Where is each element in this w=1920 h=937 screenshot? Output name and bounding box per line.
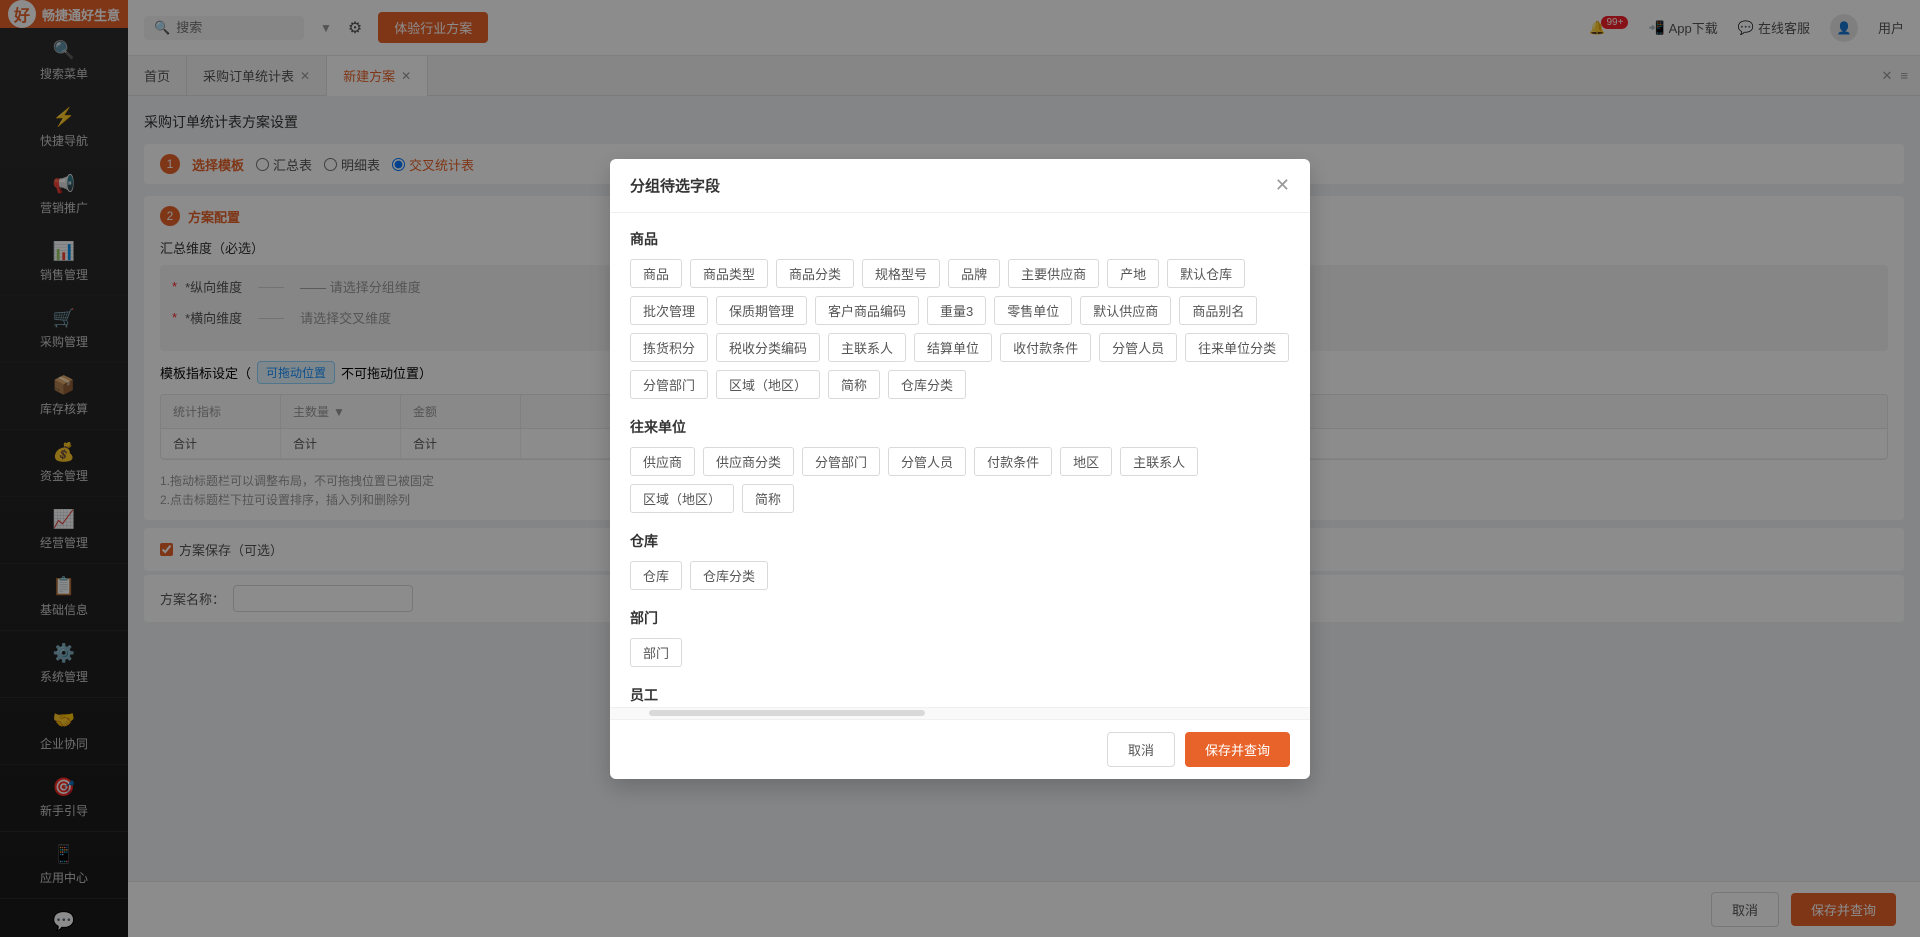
chip-product-21[interactable]: 往来单位分类: [1185, 333, 1289, 362]
chip-product-3[interactable]: 规格型号: [862, 259, 940, 288]
section-product: 商品 商品 商品类型 商品分类 规格型号 品牌 主要供应商 产地 默认仓库 批次…: [630, 229, 1290, 399]
chip-product-13[interactable]: 默认供应商: [1080, 296, 1171, 325]
chip-product-9[interactable]: 保质期管理: [716, 296, 807, 325]
section-department-chips: 部门: [630, 638, 1290, 667]
dialog-header: 分组待选字段 ✕: [610, 159, 1310, 213]
chip-partner-0[interactable]: 供应商: [630, 447, 695, 476]
section-warehouse: 仓库 仓库 仓库分类: [630, 531, 1290, 590]
chip-warehouse-1[interactable]: 仓库分类: [690, 561, 768, 590]
section-partner-chips: 供应商 供应商分类 分管部门 分管人员 付款条件 地区 主联系人 区域（地区） …: [630, 447, 1290, 513]
section-department: 部门 部门: [630, 608, 1290, 667]
chip-partner-8[interactable]: 简称: [742, 484, 794, 513]
chip-product-15[interactable]: 拣货积分: [630, 333, 708, 362]
section-warehouse-chips: 仓库 仓库分类: [630, 561, 1290, 590]
chip-product-11[interactable]: 重量3: [927, 296, 986, 325]
section-department-title: 部门: [630, 608, 1290, 628]
section-employee: 员工 业务员: [630, 685, 1290, 707]
chip-product-23[interactable]: 区域（地区）: [716, 370, 820, 399]
chip-product-22[interactable]: 分管部门: [630, 370, 708, 399]
chip-partner-3[interactable]: 分管人员: [888, 447, 966, 476]
dialog-hscrollbar[interactable]: [610, 707, 1310, 719]
chip-product-8[interactable]: 批次管理: [630, 296, 708, 325]
chip-partner-1[interactable]: 供应商分类: [703, 447, 794, 476]
chip-partner-4[interactable]: 付款条件: [974, 447, 1052, 476]
chip-product-5[interactable]: 主要供应商: [1008, 259, 1099, 288]
chip-product-4[interactable]: 品牌: [948, 259, 1000, 288]
chip-product-18[interactable]: 结算单位: [914, 333, 992, 362]
dialog-footer: 取消 保存并查询: [610, 719, 1310, 779]
chip-partner-7[interactable]: 区域（地区）: [630, 484, 734, 513]
dialog: 分组待选字段 ✕ 商品 商品 商品类型 商品分类 规格型号 品牌 主要供应商 产…: [610, 159, 1310, 779]
section-product-chips: 商品 商品类型 商品分类 规格型号 品牌 主要供应商 产地 默认仓库 批次管理 …: [630, 259, 1290, 399]
chip-product-10[interactable]: 客户商品编码: [815, 296, 919, 325]
dialog-confirm-button[interactable]: 保存并查询: [1185, 732, 1290, 767]
chip-product-20[interactable]: 分管人员: [1099, 333, 1177, 362]
chip-partner-6[interactable]: 主联系人: [1120, 447, 1198, 476]
chip-product-7[interactable]: 默认仓库: [1167, 259, 1245, 288]
chip-product-2[interactable]: 商品分类: [776, 259, 854, 288]
chip-partner-2[interactable]: 分管部门: [802, 447, 880, 476]
dialog-hscroll-thumb[interactable]: [649, 710, 926, 716]
section-warehouse-title: 仓库: [630, 531, 1290, 551]
chip-product-0[interactable]: 商品: [630, 259, 682, 288]
dialog-title: 分组待选字段: [630, 175, 720, 196]
dialog-cancel-button[interactable]: 取消: [1107, 732, 1175, 767]
chip-product-1[interactable]: 商品类型: [690, 259, 768, 288]
section-partner: 往来单位 供应商 供应商分类 分管部门 分管人员 付款条件 地区 主联系人 区域…: [630, 417, 1290, 513]
dialog-body: 商品 商品 商品类型 商品分类 规格型号 品牌 主要供应商 产地 默认仓库 批次…: [610, 213, 1310, 707]
chip-product-16[interactable]: 税收分类编码: [716, 333, 820, 362]
chip-warehouse-0[interactable]: 仓库: [630, 561, 682, 590]
chip-product-19[interactable]: 收付款条件: [1000, 333, 1091, 362]
chip-product-25[interactable]: 仓库分类: [888, 370, 966, 399]
section-product-title: 商品: [630, 229, 1290, 249]
chip-partner-5[interactable]: 地区: [1060, 447, 1112, 476]
chip-product-12[interactable]: 零售单位: [994, 296, 1072, 325]
section-partner-title: 往来单位: [630, 417, 1290, 437]
chip-product-6[interactable]: 产地: [1107, 259, 1159, 288]
dialog-close-icon[interactable]: ✕: [1275, 176, 1290, 194]
section-employee-title: 员工: [630, 685, 1290, 705]
chip-product-17[interactable]: 主联系人: [828, 333, 906, 362]
chip-department-0[interactable]: 部门: [630, 638, 682, 667]
chip-product-24[interactable]: 简称: [828, 370, 880, 399]
chip-product-14[interactable]: 商品别名: [1179, 296, 1257, 325]
